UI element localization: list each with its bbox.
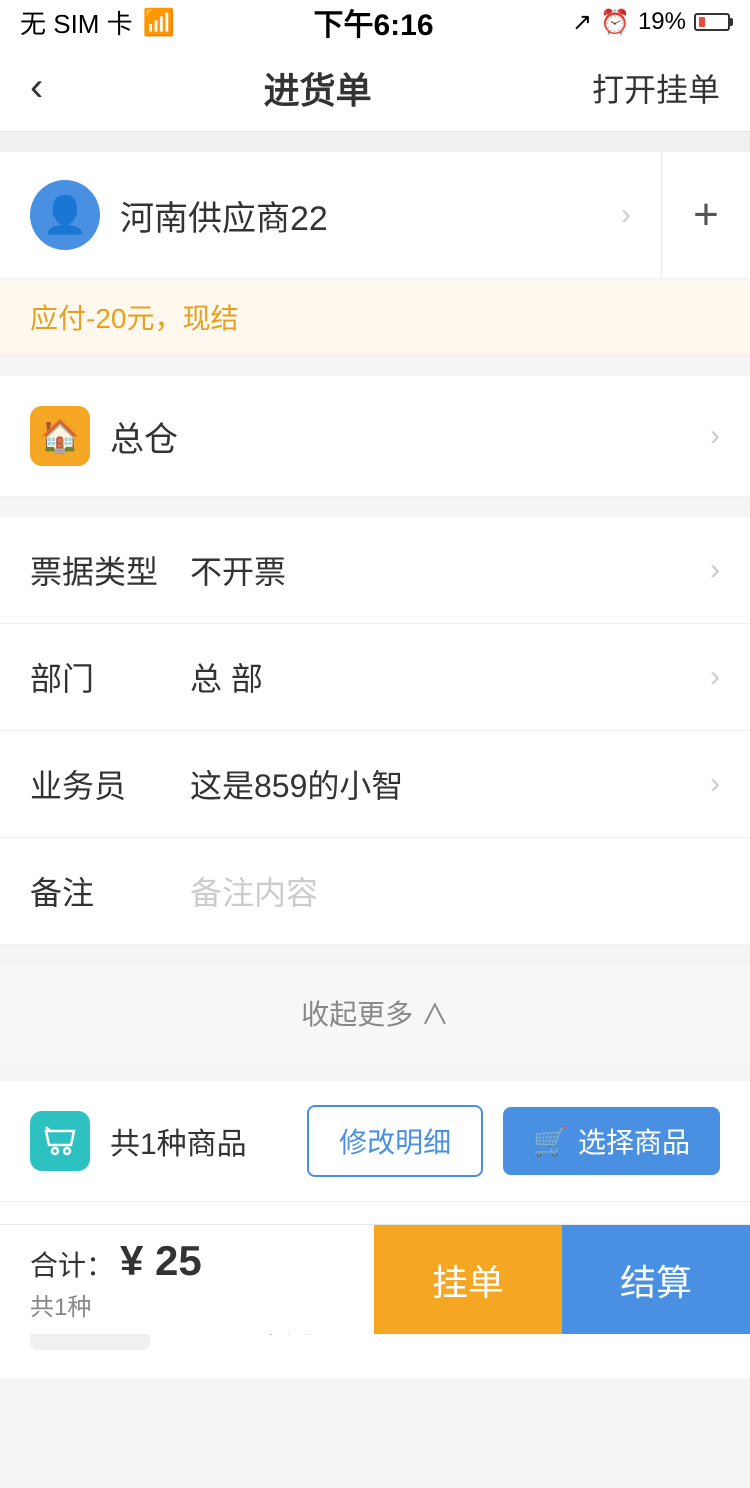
total-label: 合计： — [30, 1244, 114, 1284]
nav-bar: ‹ 进货单 打开挂单 — [0, 44, 750, 132]
remark-label: 备注 — [30, 868, 190, 914]
dept-chevron-icon: › — [710, 660, 720, 694]
staff-value: 这是859的小智 — [190, 761, 710, 807]
total-count: 共1种 — [30, 1287, 344, 1322]
supplier-selector[interactable]: 👤 河南供应商22 › — [0, 152, 662, 278]
status-left: 无 SIM 卡 📶 — [20, 4, 175, 41]
staff-label: 业务员 — [30, 761, 190, 807]
ticket-type-chevron-icon: › — [710, 553, 720, 587]
alarm-icon: ⏰ — [600, 8, 630, 37]
open-hang-button[interactable]: 打开挂单 — [592, 65, 720, 111]
avatar-icon: 👤 — [43, 194, 88, 236]
product-header: 共1种商品 修改明细 🛒 选择商品 — [0, 1081, 750, 1202]
hang-button[interactable]: 挂单 — [374, 1225, 562, 1334]
warehouse-selector[interactable]: 🏠 总仓 › — [0, 376, 750, 497]
collapse-row[interactable]: 收起更多 ∧ — [0, 965, 750, 1061]
checkout-button[interactable]: 结算 — [562, 1225, 750, 1334]
warehouse-chevron-icon: › — [710, 419, 720, 453]
supplier-chevron-icon: › — [621, 198, 631, 232]
add-supplier-button[interactable]: + — [662, 152, 750, 278]
top-divider — [0, 132, 750, 152]
warehouse-label: 总仓 — [110, 412, 690, 461]
dept-row[interactable]: 部门 总 部 › — [0, 624, 750, 731]
status-bar: 无 SIM 卡 📶 下午6:16 ↗ ⏰ 19% — [0, 0, 750, 44]
back-button[interactable]: ‹ — [30, 65, 43, 110]
supplier-name: 河南供应商22 — [120, 191, 601, 240]
ticket-type-label: 票据类型 — [30, 547, 190, 593]
location-icon: ↗ — [572, 8, 592, 37]
total-section: 合计： ¥ 25 共1种 — [0, 1225, 374, 1334]
collapse-label: 收起更多 ∧ — [301, 993, 449, 1033]
cart-icon — [42, 1123, 78, 1159]
carrier-label: 无 SIM 卡 — [20, 4, 133, 41]
page-title: 进货单 — [264, 62, 372, 114]
remark-input[interactable]: 备注内容 — [190, 868, 720, 914]
select-product-icon: 🛒 — [533, 1125, 568, 1158]
supplier-avatar: 👤 — [30, 180, 100, 250]
battery-pct: 19% — [638, 8, 686, 36]
ticket-type-value: 不开票 — [190, 547, 710, 593]
remark-row[interactable]: 备注 备注内容 — [0, 838, 750, 945]
wifi-icon: 📶 — [143, 7, 175, 38]
edit-detail-button[interactable]: 修改明细 — [307, 1105, 483, 1177]
select-product-label: 选择商品 — [578, 1121, 690, 1161]
staff-row[interactable]: 业务员 这是859的小智 › — [0, 731, 750, 838]
bottom-spacer — [0, 1378, 750, 1488]
supplier-section: 👤 河南供应商22 › + — [0, 152, 750, 279]
status-time: 下午6:16 — [313, 0, 433, 44]
dept-value: 总 部 — [190, 654, 710, 700]
product-section-icon — [30, 1111, 90, 1171]
ticket-type-row[interactable]: 票据类型 不开票 › — [0, 517, 750, 624]
status-right: ↗ ⏰ 19% — [572, 8, 730, 37]
alert-banner: 应付-20元，现结 — [0, 279, 750, 356]
form-section: 票据类型 不开票 › 部门 总 部 › 业务员 这是859的小智 › 备注 备注… — [0, 517, 750, 945]
product-count-label: 共1种商品 — [110, 1119, 287, 1163]
total-amount: ¥ 25 — [120, 1237, 202, 1285]
warehouse-icon: 🏠 — [30, 406, 90, 466]
bottom-bar: 合计： ¥ 25 共1种 挂单 结算 — [0, 1224, 750, 1334]
warehouse-section: 🏠 总仓 › — [0, 376, 750, 497]
select-product-button[interactable]: 🛒 选择商品 — [503, 1107, 720, 1175]
battery-icon — [694, 13, 730, 31]
dept-label: 部门 — [30, 654, 190, 700]
staff-chevron-icon: › — [710, 767, 720, 801]
